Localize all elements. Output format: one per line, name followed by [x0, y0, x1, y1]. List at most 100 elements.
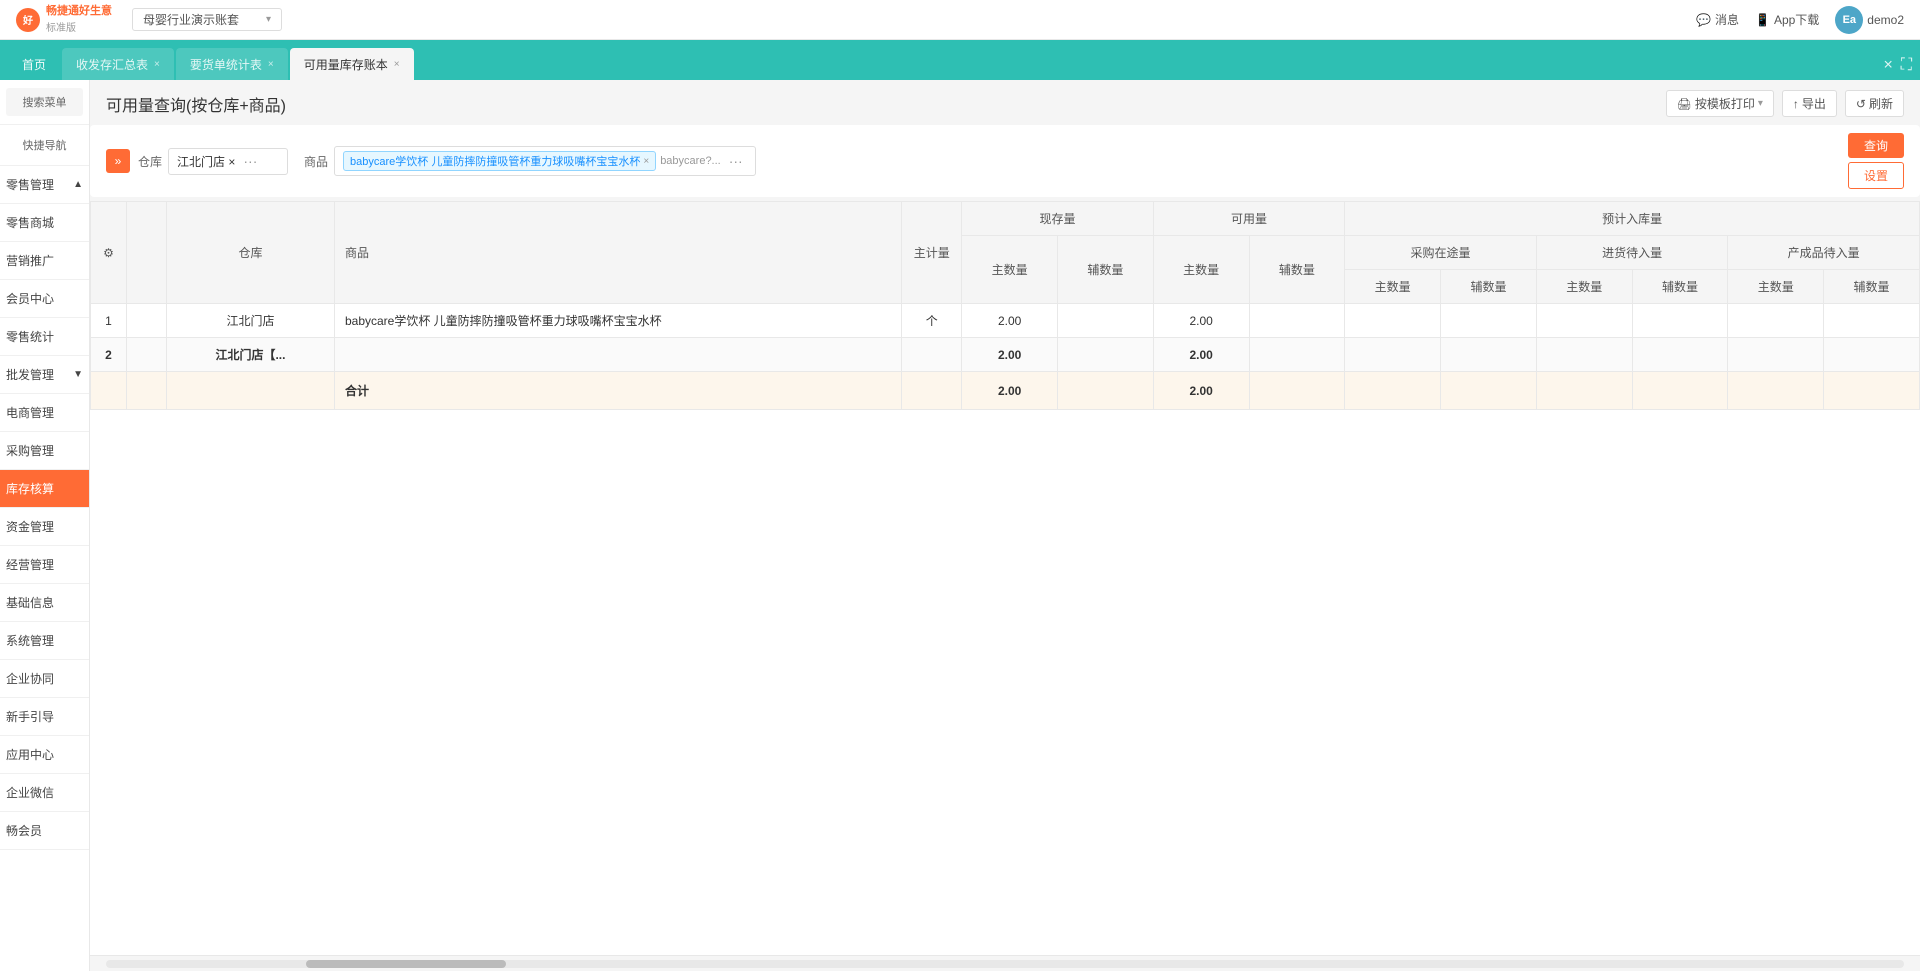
sidebar-item-sys[interactable]: 系统管理: [0, 622, 89, 659]
sidebar-item-ecommerce[interactable]: 电商管理: [0, 394, 89, 431]
warehouse-input[interactable]: 江北门店 × ···: [168, 148, 288, 175]
sidebar-item-member-label: 会员中心: [6, 290, 54, 307]
product-input[interactable]: babycare学饮杯 儿童防摔防撞吸管杯重力球吸嘴杯宝宝水杯 × babyca…: [334, 146, 756, 176]
logo-text: 畅捷通好生意: [46, 5, 112, 18]
expand-button[interactable]: ⛶: [1901, 56, 1912, 74]
logo-sub: 标准版: [46, 19, 112, 34]
footer-pt-aux: [1441, 372, 1537, 410]
settings-button[interactable]: 设置: [1848, 162, 1904, 189]
table-header-row-1: ⚙ 仓库 商品 主计量 现存量: [91, 202, 1920, 236]
sidebar-item-inventory[interactable]: 库存核算: [0, 470, 89, 507]
th-in-aux: 辅数量: [1632, 270, 1728, 304]
sidebar-item-vip[interactable]: 畅会员: [0, 812, 89, 849]
th-warehouse: 仓库: [167, 202, 335, 304]
sidebar-member-section: 会员中心: [0, 280, 89, 318]
sidebar-item-purchase[interactable]: 采购管理: [0, 432, 89, 469]
print-label: 按模板打印: [1695, 95, 1755, 112]
sidebar-item-basic[interactable]: 基础信息: [0, 584, 89, 621]
product-more[interactable]: ···: [725, 153, 747, 169]
tab-order-stats[interactable]: 要货单统计表 ×: [176, 48, 288, 80]
product-label: 商品: [304, 153, 328, 170]
sidebar-search-button[interactable]: 搜索菜单: [6, 88, 83, 116]
row2-stock-aux: [1058, 338, 1154, 372]
warehouse-tag: 江北门店 ×: [177, 153, 235, 170]
nav-tabs: 首页 收发存汇总表 × 要货单统计表 × 可用量库存账本 × × ⛶: [0, 40, 1920, 80]
row1-available-aux: [1249, 304, 1345, 338]
chat-icon: 💬: [1696, 13, 1711, 27]
sidebar-item-finance[interactable]: 资金管理: [0, 508, 89, 545]
sidebar-quicknav-button[interactable]: 快捷导航: [6, 131, 83, 159]
refresh-button[interactable]: ↺ 刷新: [1845, 90, 1904, 117]
app-label: App下载: [1774, 11, 1819, 28]
industry-selector[interactable]: 母婴行业演示账套 ▾: [132, 8, 282, 31]
scrollbar-track[interactable]: [106, 960, 1904, 968]
chat-label: 消息: [1715, 11, 1739, 28]
sidebar-inventory-section: 库存核算: [0, 470, 89, 508]
close-all-button[interactable]: ×: [1883, 56, 1892, 74]
app-download-button[interactable]: 📱 App下载: [1755, 11, 1819, 28]
row1-empty: [127, 304, 167, 338]
row1-in-aux: [1632, 304, 1728, 338]
sidebar-item-retail-mall[interactable]: 零售商城: [0, 204, 89, 241]
footer-empty2: [127, 372, 167, 410]
sidebar-item-new-guide[interactable]: 新手引导: [0, 698, 89, 735]
th-stock-group: 现存量: [962, 202, 1154, 236]
sidebar-item-retail-mgmt-arrow: ▲: [73, 179, 83, 190]
th-pi-main: 主数量: [1728, 270, 1824, 304]
sidebar-item-app-center[interactable]: 应用中心: [0, 736, 89, 773]
tab-home[interactable]: 首页: [8, 48, 60, 80]
sidebar-item-wechat[interactable]: 企业微信: [0, 774, 89, 811]
search-button[interactable]: 查询: [1848, 133, 1904, 158]
filter-expand-button[interactable]: »: [106, 149, 130, 173]
sidebar-item-wechat-label: 企业微信: [6, 784, 54, 801]
print-button[interactable]: 🖨 按模板打印 ▾: [1666, 90, 1774, 117]
sidebar-item-retail-mgmt[interactable]: 零售管理 ▲: [0, 166, 89, 203]
tab-order-stats-close[interactable]: ×: [268, 59, 274, 70]
sidebar-ecommerce-section: 电商管理: [0, 394, 89, 432]
footer-empty1: [91, 372, 127, 410]
sidebar-item-finance-label: 资金管理: [6, 518, 54, 535]
footer-unit: [902, 372, 962, 410]
sidebar-item-basic-label: 基础信息: [6, 594, 54, 611]
sidebar-item-sys-label: 系统管理: [6, 632, 54, 649]
warehouse-more[interactable]: ···: [239, 153, 261, 169]
sidebar-retail-mall-section: 零售商城: [0, 204, 89, 242]
row2-pi-main: [1728, 338, 1824, 372]
horizontal-scrollbar[interactable]: [90, 955, 1920, 971]
row2-pt-aux: [1441, 338, 1537, 372]
warehouse-remove[interactable]: ×: [228, 155, 235, 169]
page-title: 可用量查询(按仓库+商品): [106, 92, 286, 116]
tab-available-ledger[interactable]: 可用量库存账本 ×: [290, 48, 414, 80]
product-tag-2: babycare?...: [660, 155, 721, 167]
export-button[interactable]: ↑ 导出: [1782, 90, 1837, 117]
tab-receive-summary-label: 收发存汇总表: [76, 56, 148, 73]
th-product-incoming-group: 产成品待入量: [1728, 236, 1920, 270]
sidebar-item-wholesale[interactable]: 批发管理 ▼: [0, 356, 89, 393]
row1-stock-aux: [1058, 304, 1154, 338]
main-layout: 搜索菜单 快捷导航 零售管理 ▲ 零售商城 营销推广 会员中心: [0, 80, 1920, 971]
row1-stock-main: 2.00: [962, 304, 1058, 338]
th-gear[interactable]: ⚙: [91, 202, 127, 304]
sidebar-item-marketing[interactable]: 营销推广: [0, 242, 89, 279]
tab-available-ledger-label: 可用量库存账本: [304, 56, 388, 73]
sidebar-item-enterprise[interactable]: 企业协同: [0, 660, 89, 697]
scrollbar-thumb[interactable]: [306, 960, 506, 968]
product-tag-1-remove[interactable]: ×: [643, 156, 649, 167]
sidebar-item-marketing-label: 营销推广: [6, 252, 54, 269]
tab-available-ledger-close[interactable]: ×: [394, 59, 400, 70]
sidebar-item-retail-stats[interactable]: 零售统计: [0, 318, 89, 355]
tab-receive-summary[interactable]: 收发存汇总表 ×: [62, 48, 174, 80]
sidebar-item-operations[interactable]: 经营管理: [0, 546, 89, 583]
sidebar-quicknav-area: 快捷导航: [0, 125, 89, 166]
tab-receive-summary-close[interactable]: ×: [154, 59, 160, 70]
chat-button[interactable]: 💬 消息: [1696, 11, 1739, 28]
sidebar-new-guide-section: 新手引导: [0, 698, 89, 736]
sidebar-item-member[interactable]: 会员中心: [0, 280, 89, 317]
footer-available-main: 2.00: [1153, 372, 1249, 410]
footer-pt-main: [1345, 372, 1441, 410]
sidebar-item-retail-stats-label: 零售统计: [6, 328, 54, 345]
th-pt-main: 主数量: [1345, 270, 1441, 304]
user-menu[interactable]: Ea demo2: [1835, 6, 1904, 34]
sidebar-finance-section: 资金管理: [0, 508, 89, 546]
sidebar-item-app-center-label: 应用中心: [6, 746, 54, 763]
